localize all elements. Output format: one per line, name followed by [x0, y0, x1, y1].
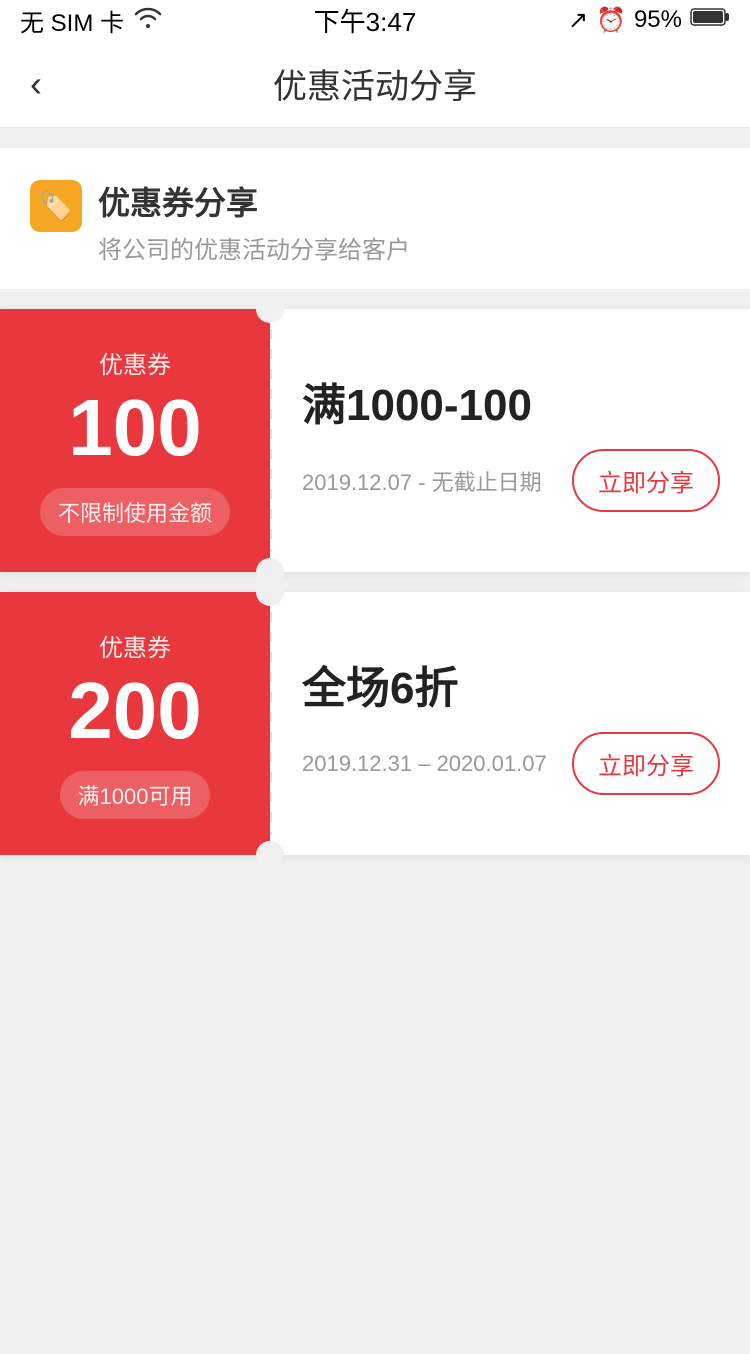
coupon-date-range: 2019.12.31 – 2020.01.07	[302, 751, 562, 777]
status-time: 下午3:47	[314, 2, 417, 39]
coupon-right-section: 全场6折 2019.12.31 – 2020.01.07 立即分享	[272, 592, 750, 855]
coupon-value-text: 200	[68, 671, 201, 751]
alarm-icon: ⏰	[596, 6, 626, 35]
coupon-label-text: 优惠券	[99, 345, 171, 380]
section-header: 🏷️ 优惠券分享 将公司的优惠活动分享给客户	[0, 148, 750, 289]
status-left: 无 SIM 卡	[20, 3, 162, 38]
battery-icon	[690, 6, 730, 34]
coupon-label-text: 优惠券	[99, 628, 171, 663]
coupon-notch-bottom	[256, 841, 284, 869]
coupon-title: 满1000-100	[302, 369, 720, 433]
content-area: 🏷️ 优惠券分享 将公司的优惠活动分享给客户 优惠券 100 不限制使用金额 满…	[0, 148, 750, 1354]
share-button[interactable]: 立即分享	[572, 732, 720, 795]
section-icon: 🏷️	[30, 180, 82, 232]
section-subtitle: 将公司的优惠活动分享给客户	[98, 230, 410, 265]
coupon-list: 优惠券 100 不限制使用金额 满1000-100 2019.12.07 - 无…	[0, 309, 750, 875]
coupon-left-section: 优惠券 100 不限制使用金额	[0, 309, 270, 572]
coupon-emoji-icon: 🏷️	[39, 190, 74, 223]
back-button[interactable]: ‹	[30, 63, 42, 105]
nav-bar: ‹ 优惠活动分享	[0, 40, 750, 128]
coupon-meta: 2019.12.07 - 无截止日期 立即分享	[302, 449, 720, 512]
coupon-meta: 2019.12.31 – 2020.01.07 立即分享	[302, 732, 720, 795]
coupon-right-section: 满1000-100 2019.12.07 - 无截止日期 立即分享	[272, 309, 750, 572]
coupon-condition-text: 满1000可用	[60, 771, 211, 819]
coupon-title: 全场6折	[302, 652, 720, 716]
section-text: 优惠券分享 将公司的优惠活动分享给客户	[98, 178, 410, 265]
share-button[interactable]: 立即分享	[572, 449, 720, 512]
wifi-icon	[134, 6, 162, 35]
carrier-text: 无 SIM 卡	[20, 3, 124, 38]
coupon-notch-top	[256, 578, 284, 606]
section-title: 优惠券分享	[98, 178, 410, 224]
coupon-card: 优惠券 200 满1000可用 全场6折 2019.12.31 – 2020.0…	[0, 592, 750, 855]
coupon-date-range: 2019.12.07 - 无截止日期	[302, 465, 562, 497]
page-title: 优惠活动分享	[273, 59, 477, 108]
status-bar: 无 SIM 卡 下午3:47 ↗ ⏰ 95%	[0, 0, 750, 40]
coupon-value-text: 100	[68, 388, 201, 468]
status-right: ↗ ⏰ 95%	[568, 6, 730, 35]
coupon-card: 优惠券 100 不限制使用金额 满1000-100 2019.12.07 - 无…	[0, 309, 750, 572]
battery-text: 95%	[634, 6, 682, 34]
coupon-condition-text: 不限制使用金额	[40, 488, 230, 536]
coupon-left-section: 优惠券 200 满1000可用	[0, 592, 270, 855]
coupon-notch-top	[256, 295, 284, 323]
location-icon: ↗	[568, 6, 588, 35]
